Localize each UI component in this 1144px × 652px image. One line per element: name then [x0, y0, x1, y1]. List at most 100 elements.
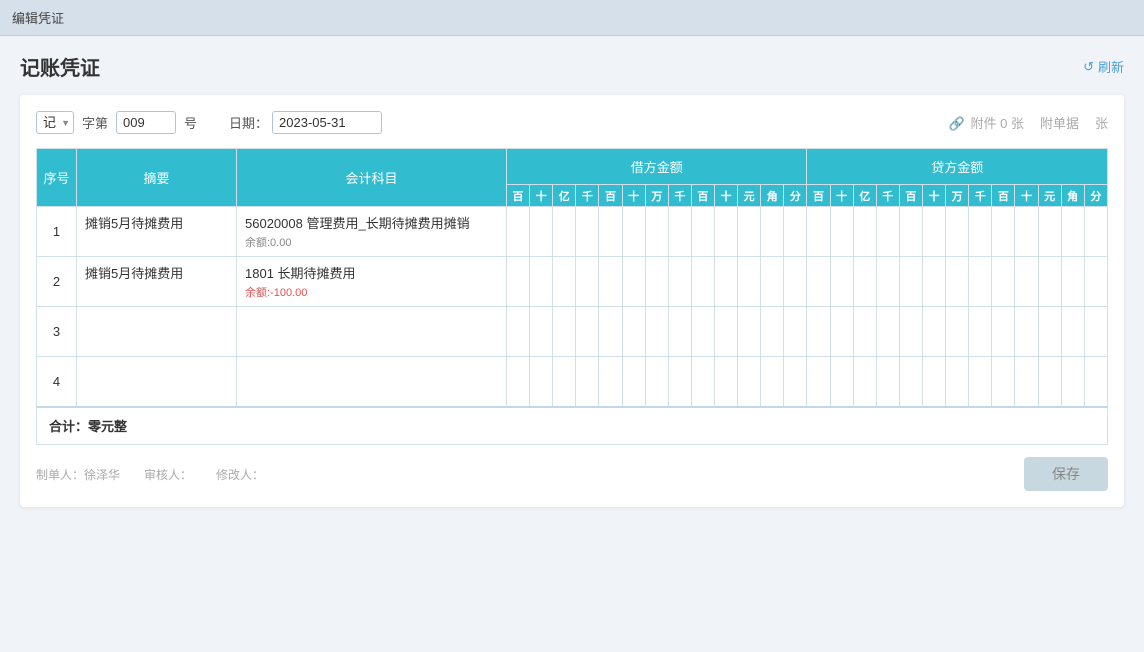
row1-d8[interactable] — [668, 207, 691, 257]
row2-d3[interactable] — [553, 257, 576, 307]
row3-d5[interactable] — [599, 307, 622, 357]
row4-c5[interactable] — [899, 357, 922, 407]
row4-d7[interactable] — [645, 357, 668, 407]
row1-c6[interactable] — [922, 207, 945, 257]
row4-d6[interactable] — [622, 357, 645, 407]
row2-d11[interactable] — [738, 257, 761, 307]
row3-c11[interactable] — [1038, 307, 1061, 357]
row3-d2[interactable] — [530, 307, 553, 357]
row4-d4[interactable] — [576, 357, 599, 407]
row2-c3[interactable] — [853, 257, 876, 307]
row4-account[interactable] — [237, 357, 507, 407]
row2-d6[interactable] — [622, 257, 645, 307]
row4-d10[interactable] — [714, 357, 737, 407]
refresh-button[interactable]: ↺ 刷新 — [1083, 57, 1124, 76]
row3-c10[interactable] — [1015, 307, 1038, 357]
row2-d5[interactable] — [599, 257, 622, 307]
row2-c2[interactable] — [830, 257, 853, 307]
type-select[interactable]: 记 — [36, 111, 74, 134]
row1-c10[interactable] — [1015, 207, 1038, 257]
row1-c3[interactable] — [853, 207, 876, 257]
row4-c11[interactable] — [1038, 357, 1061, 407]
row3-summary[interactable] — [77, 307, 237, 357]
row4-c2[interactable] — [830, 357, 853, 407]
voucher-number-input[interactable] — [116, 111, 176, 134]
row1-d4[interactable] — [576, 207, 599, 257]
row2-c9[interactable] — [992, 257, 1015, 307]
row3-d13[interactable] — [784, 307, 807, 357]
row3-account[interactable] — [237, 307, 507, 357]
row2-c4[interactable] — [876, 257, 899, 307]
row4-d1[interactable] — [507, 357, 530, 407]
row2-c7[interactable] — [946, 257, 969, 307]
row3-c6[interactable] — [922, 307, 945, 357]
row3-c4[interactable] — [876, 307, 899, 357]
type-select-wrapper[interactable]: 记 — [36, 111, 74, 134]
row1-d7[interactable] — [645, 207, 668, 257]
row4-d12[interactable] — [761, 357, 784, 407]
row1-d2[interactable] — [530, 207, 553, 257]
row3-c1[interactable] — [807, 307, 830, 357]
row3-d1[interactable] — [507, 307, 530, 357]
row1-summary[interactable]: 摊销5月待摊费用 — [77, 207, 237, 257]
row3-d8[interactable] — [668, 307, 691, 357]
row3-c2[interactable] — [830, 307, 853, 357]
row3-d9[interactable] — [691, 307, 714, 357]
row4-d13[interactable] — [784, 357, 807, 407]
row2-d2[interactable] — [530, 257, 553, 307]
row3-c7[interactable] — [946, 307, 969, 357]
row1-d10[interactable] — [714, 207, 737, 257]
row4-d5[interactable] — [599, 357, 622, 407]
row4-c9[interactable] — [992, 357, 1015, 407]
attach-link[interactable]: 🔗 附件 0 张 — [949, 113, 1024, 132]
row2-d9[interactable] — [691, 257, 714, 307]
row1-c12[interactable] — [1061, 207, 1084, 257]
row3-d7[interactable] — [645, 307, 668, 357]
row1-account[interactable]: 56020008 管理费用_长期待摊费用摊销 余额:0.00 — [237, 207, 507, 257]
row4-c1[interactable] — [807, 357, 830, 407]
row3-d6[interactable] — [622, 307, 645, 357]
row2-d8[interactable] — [668, 257, 691, 307]
row1-c13[interactable] — [1084, 207, 1107, 257]
row3-c13[interactable] — [1084, 307, 1107, 357]
save-button[interactable]: 保存 — [1024, 457, 1108, 491]
row1-c2[interactable] — [830, 207, 853, 257]
row4-d3[interactable] — [553, 357, 576, 407]
row3-d4[interactable] — [576, 307, 599, 357]
row3-c8[interactable] — [969, 307, 992, 357]
row2-d12[interactable] — [761, 257, 784, 307]
row1-d1[interactable] — [507, 207, 530, 257]
row4-c10[interactable] — [1015, 357, 1038, 407]
row4-c13[interactable] — [1084, 357, 1107, 407]
row4-c3[interactable] — [853, 357, 876, 407]
row2-d13[interactable] — [784, 257, 807, 307]
row3-d11[interactable] — [738, 307, 761, 357]
row2-c10[interactable] — [1015, 257, 1038, 307]
row3-d10[interactable] — [714, 307, 737, 357]
row1-d3[interactable] — [553, 207, 576, 257]
number-item[interactable] — [116, 111, 176, 134]
row4-c12[interactable] — [1061, 357, 1084, 407]
row2-d4[interactable] — [576, 257, 599, 307]
row2-c13[interactable] — [1084, 257, 1107, 307]
row1-d9[interactable] — [691, 207, 714, 257]
row3-c3[interactable] — [853, 307, 876, 357]
row4-d8[interactable] — [668, 357, 691, 407]
row2-c1[interactable] — [807, 257, 830, 307]
row3-d3[interactable] — [553, 307, 576, 357]
row2-d1[interactable] — [507, 257, 530, 307]
row2-d7[interactable] — [645, 257, 668, 307]
row1-c4[interactable] — [876, 207, 899, 257]
row1-d11[interactable] — [738, 207, 761, 257]
row2-c5[interactable] — [899, 257, 922, 307]
row2-c6[interactable] — [922, 257, 945, 307]
row4-c6[interactable] — [922, 357, 945, 407]
row1-c7[interactable] — [946, 207, 969, 257]
row1-c1[interactable] — [807, 207, 830, 257]
row2-c12[interactable] — [1061, 257, 1084, 307]
row4-d9[interactable] — [691, 357, 714, 407]
row1-c9[interactable] — [992, 207, 1015, 257]
row1-c5[interactable] — [899, 207, 922, 257]
row2-account[interactable]: 1801 长期待摊费用 余额:-100.00 — [237, 257, 507, 307]
row1-d13[interactable] — [784, 207, 807, 257]
